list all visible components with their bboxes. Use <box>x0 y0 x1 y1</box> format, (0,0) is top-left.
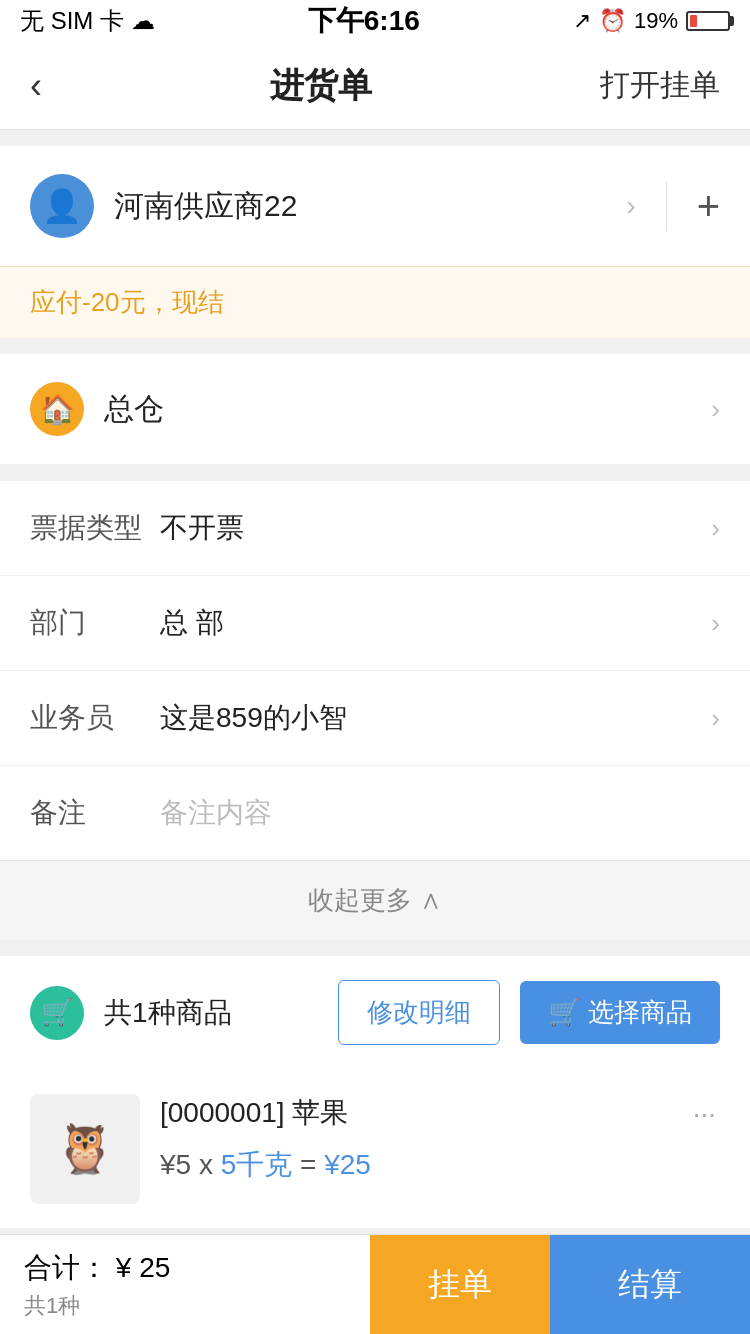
department-row[interactable]: 部门 总 部 › <box>0 575 750 670</box>
nav-bar: ‹ 进货单 打开挂单 <box>0 42 750 130</box>
supplier-row[interactable]: 👤 河南供应商22 › + <box>0 146 750 266</box>
product-thumbnail: 🦉 <box>30 1094 140 1204</box>
status-left: 无 SIM 卡 ☁ <box>20 5 155 37</box>
product-price: ¥5 x 5千克 = ¥25 <box>160 1146 669 1184</box>
total-label: 合计： <box>24 1252 108 1283</box>
ticket-type-value: 不开票 <box>160 509 711 547</box>
warehouse-icon-symbol: 🏠 <box>40 393 75 426</box>
hang-label: 挂单 <box>428 1263 492 1307</box>
product-name: [0000001] 苹果 <box>160 1094 669 1132</box>
remark-label: 备注 <box>30 794 160 832</box>
warehouse-icon: 🏠 <box>30 382 84 436</box>
select-product-label: 选择商品 <box>588 995 692 1030</box>
status-right: ↗ ⏰ 19% <box>573 8 730 34</box>
product-header: 🛒 共1种商品 修改明细 🛒 选择商品 <box>0 956 750 1069</box>
salesman-value: 这是859的小智 <box>160 699 711 737</box>
collapse-button[interactable]: 收起更多 ∧ <box>0 860 750 940</box>
supplier-name: 河南供应商22 <box>114 186 626 227</box>
product-card: 🦉 [0000001] 苹果 ¥5 x 5千克 = ¥25 ··· <box>0 1070 750 1228</box>
open-hang-button[interactable]: 打开挂单 <box>600 65 720 106</box>
total-row: 合计： ¥ 25 <box>24 1249 346 1287</box>
page-title: 进货单 <box>270 63 372 109</box>
checkout-button[interactable]: 结算 <box>550 1235 750 1334</box>
location-icon: ↗ <box>573 8 591 34</box>
collapse-label: 收起更多 ∧ <box>308 885 441 915</box>
edit-detail-button[interactable]: 修改明细 <box>338 980 500 1045</box>
select-product-button[interactable]: 🛒 选择商品 <box>520 981 720 1044</box>
ticket-type-label: 票据类型 <box>30 509 160 547</box>
product-owl-icon: 🦉 <box>55 1121 115 1177</box>
notice-bar: 应付-20元，现结 <box>0 266 750 338</box>
warehouse-section: 🏠 总仓 › <box>0 354 750 464</box>
avatar-icon: 👤 <box>42 187 82 225</box>
remark-value: 备注内容 <box>160 794 720 832</box>
back-button[interactable]: ‹ <box>30 65 42 107</box>
add-supplier-button[interactable]: + <box>697 184 720 229</box>
department-label: 部门 <box>30 604 160 642</box>
more-button[interactable]: ··· <box>689 1094 720 1134</box>
warehouse-row[interactable]: 🏠 总仓 › <box>0 354 750 464</box>
status-time: 下午6:16 <box>308 2 420 40</box>
salesman-label: 业务员 <box>30 699 160 737</box>
hang-button[interactable]: 挂单 <box>370 1235 550 1334</box>
department-arrow-icon: › <box>711 608 720 639</box>
battery-icon <box>686 11 730 31</box>
select-product-icon: 🛒 <box>548 997 580 1028</box>
bottom-bar: 合计： ¥ 25 共1种 挂单 结算 <box>0 1234 750 1334</box>
signal-text: 无 SIM 卡 ☁ <box>20 5 155 37</box>
status-bar: 无 SIM 卡 ☁ 下午6:16 ↗ ⏰ 19% <box>0 0 750 42</box>
checkout-label: 结算 <box>618 1263 682 1307</box>
product-info: [0000001] 苹果 ¥5 x 5千克 = ¥25 <box>160 1094 669 1184</box>
ticket-type-arrow-icon: › <box>711 513 720 544</box>
product-icon: 🛒 <box>30 986 84 1040</box>
vertical-divider <box>666 181 667 231</box>
product-count-label: 共1种商品 <box>104 994 318 1032</box>
department-value: 总 部 <box>160 604 711 642</box>
product-section: 🛒 共1种商品 修改明细 🛒 选择商品 🦉 [0000001] 苹果 ¥5 x … <box>0 956 750 1228</box>
battery-text: 19% <box>634 8 678 34</box>
total-amount: ¥ 25 <box>116 1252 171 1283</box>
cart-icon: 🛒 <box>41 997 73 1028</box>
warehouse-name: 总仓 <box>104 389 711 430</box>
alarm-icon: ⏰ <box>599 8 626 34</box>
ticket-type-row[interactable]: 票据类型 不开票 › <box>0 480 750 575</box>
supplier-arrow-icon: › <box>626 190 635 222</box>
supplier-avatar: 👤 <box>30 174 94 238</box>
notice-text: 应付-20元，现结 <box>30 287 224 317</box>
form-section: 票据类型 不开票 › 部门 总 部 › 业务员 这是859的小智 › 备注 备注… <box>0 480 750 940</box>
salesman-arrow-icon: › <box>711 703 720 734</box>
remark-row[interactable]: 备注 备注内容 <box>0 765 750 860</box>
supplier-section: 👤 河南供应商22 › + 应付-20元，现结 <box>0 146 750 338</box>
total-count-label: 共1种 <box>24 1291 346 1321</box>
salesman-row[interactable]: 业务员 这是859的小智 › <box>0 670 750 765</box>
total-section: 合计： ¥ 25 共1种 <box>0 1235 370 1334</box>
warehouse-arrow-icon: › <box>711 394 720 425</box>
